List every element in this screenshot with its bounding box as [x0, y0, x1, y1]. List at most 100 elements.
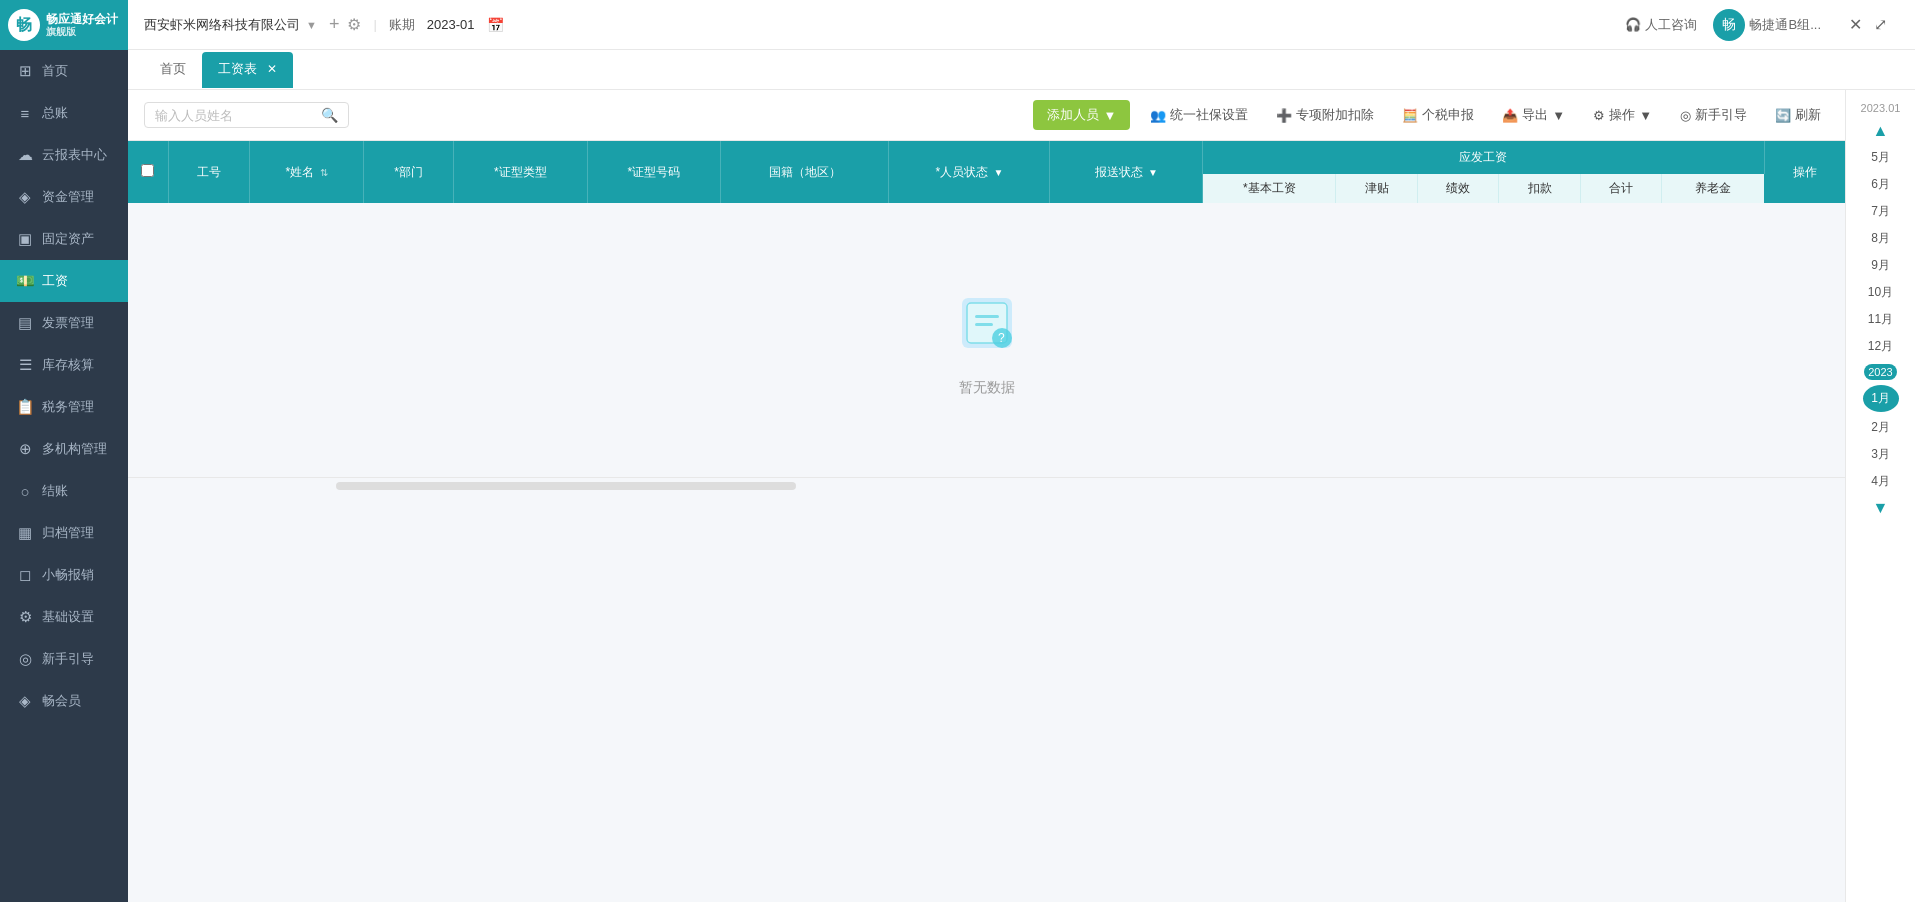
month-item-9[interactable]: 9月	[1846, 252, 1915, 279]
month-scroll-down[interactable]: ▼	[1869, 495, 1893, 521]
add-company-icon[interactable]: +	[329, 14, 340, 35]
content-wrapper: 🔍 添加人员 ▼ 👥 统一社保设置 ➕ 专项附加扣除 🧮 个税申报	[128, 90, 1915, 902]
tab-salary-table[interactable]: 工资表 ✕	[202, 52, 293, 88]
sidebar-item-tax[interactable]: 📋 税务管理	[0, 386, 128, 428]
tab-home[interactable]: 首页	[144, 52, 202, 88]
sidebar-item-multi[interactable]: ⊕ 多机构管理	[0, 428, 128, 470]
month-scroll-up[interactable]: ▲	[1869, 118, 1893, 144]
month-item-3[interactable]: 3月	[1846, 441, 1915, 468]
deduction-icon: ➕	[1276, 108, 1292, 123]
home-icon: ⊞	[16, 62, 34, 80]
month-panel: 2023.01 ▲ 5月 6月 7月 8月 9月 10月 11月	[1845, 90, 1915, 902]
col-pension: 养老金	[1662, 174, 1764, 203]
closing-icon: ○	[16, 483, 34, 500]
support-icon: 🎧	[1625, 17, 1641, 32]
scrollbar-thumb[interactable]	[336, 482, 796, 490]
multi-icon: ⊕	[16, 440, 34, 458]
toolbar: 🔍 添加人员 ▼ 👥 统一社保设置 ➕ 专项附加扣除 🧮 个税申报	[128, 90, 1845, 141]
col-total: 合计	[1580, 174, 1662, 203]
horizontal-scrollbar[interactable]	[128, 477, 1845, 493]
deduction-btn[interactable]: ➕ 专项附加扣除	[1268, 102, 1382, 128]
sidebar-item-expense[interactable]: ◻ 小畅报销	[0, 554, 128, 596]
svg-rect-2	[975, 315, 999, 318]
funds-icon: ◈	[16, 188, 34, 206]
window-controls: ✕ ⤢	[1837, 9, 1899, 40]
sidebar-item-ledger[interactable]: ≡ 总账	[0, 92, 128, 134]
month-item-5[interactable]: 5月	[1846, 144, 1915, 171]
status-filter-icon[interactable]: ▼	[993, 167, 1003, 178]
social-icon: 👥	[1150, 108, 1166, 123]
user-avatar: 畅	[1713, 9, 1745, 41]
col-name: *姓名 ⇅	[250, 141, 364, 203]
svg-text:?: ?	[998, 331, 1005, 345]
sidebar-item-closing[interactable]: ○ 结账	[0, 470, 128, 512]
export-icon: 📤	[1502, 108, 1518, 123]
tab-bar: 首页 工资表 ✕	[128, 50, 1915, 90]
sidebar-item-assets[interactable]: ▣ 固定资产	[0, 218, 128, 260]
sidebar-item-guide[interactable]: ◎ 新手引导	[0, 638, 128, 680]
sidebar-item-member[interactable]: ◈ 畅会员	[0, 680, 128, 722]
tax-icon2: 🧮	[1402, 108, 1418, 123]
close-tab-salary[interactable]: ✕	[267, 62, 277, 76]
sidebar-item-inventory[interactable]: ☰ 库存核算	[0, 344, 128, 386]
empty-row: ? 暂无数据	[128, 203, 1845, 477]
col-status: *人员状态 ▼	[889, 141, 1050, 203]
month-item-7[interactable]: 7月	[1846, 198, 1915, 225]
ledger-icon: ≡	[16, 105, 34, 122]
add-employee-button[interactable]: 添加人员 ▼	[1033, 100, 1130, 130]
support-btn[interactable]: 🎧 人工咨询	[1625, 16, 1697, 34]
search-input[interactable]	[155, 108, 315, 123]
report-filter-icon[interactable]: ▼	[1148, 167, 1158, 178]
table-body: ? 暂无数据	[128, 203, 1845, 477]
sidebar-item-invoice[interactable]: ▤ 发票管理	[0, 302, 128, 344]
calendar-icon[interactable]: 📅	[487, 17, 504, 33]
col-allowance: 津贴	[1336, 174, 1418, 203]
sidebar-item-salary[interactable]: 💵 工资	[0, 260, 128, 302]
sidebar-item-settings[interactable]: ⚙ 基础设置	[0, 596, 128, 638]
main-area: 西安虾米网络科技有限公司 ▼ + ⚙ | 账期 2023-01 📅 🎧 人工咨询…	[128, 0, 1915, 902]
operations-btn[interactable]: ⚙ 操作 ▼	[1585, 102, 1660, 128]
select-all-checkbox[interactable]	[141, 164, 154, 177]
ops-dropdown-icon: ▼	[1639, 108, 1652, 123]
col-report-status: 报送状态 ▼	[1050, 141, 1203, 203]
sidebar-item-home[interactable]: ⊞ 首页	[0, 50, 128, 92]
invoice-icon: ▤	[16, 314, 34, 332]
month-item-11[interactable]: 11月	[1846, 306, 1915, 333]
search-box: 🔍	[144, 102, 349, 128]
topbar-actions: + ⚙	[329, 14, 362, 35]
month-item-12[interactable]: 12月	[1846, 333, 1915, 360]
guide-star-icon: ◎	[1680, 108, 1691, 123]
company-selector[interactable]: 西安虾米网络科技有限公司 ▼	[144, 16, 317, 34]
month-item-10[interactable]: 10月	[1846, 279, 1915, 306]
month-item-1-active[interactable]: 1月	[1863, 385, 1899, 412]
name-sort-icon[interactable]: ⇅	[320, 167, 328, 178]
export-dropdown-icon: ▼	[1552, 108, 1565, 123]
maximize-window-btn[interactable]: ⤢	[1870, 13, 1891, 36]
newbie-guide-btn[interactable]: ◎ 新手引导	[1672, 102, 1755, 128]
month-item-4[interactable]: 4月	[1846, 468, 1915, 495]
company-name: 西安虾米网络科技有限公司	[144, 16, 300, 34]
period-value: 2023-01	[427, 17, 475, 32]
social-settings-btn[interactable]: 👥 统一社保设置	[1142, 102, 1256, 128]
user-menu[interactable]: 畅 畅捷通B组...	[1713, 9, 1821, 41]
close-window-btn[interactable]: ✕	[1845, 13, 1866, 36]
sidebar-item-cloud[interactable]: ☁ 云报表中心	[0, 134, 128, 176]
month-item-8[interactable]: 8月	[1846, 225, 1915, 252]
col-cert-no: *证型号码	[587, 141, 720, 203]
salary-table: 工号 *姓名 ⇅ *部门 *证型类型 *证型号码 国籍（地区） *人员状态	[128, 141, 1845, 477]
month-item-6[interactable]: 6月	[1846, 171, 1915, 198]
sidebar-item-funds[interactable]: ◈ 资金管理	[0, 176, 128, 218]
export-btn[interactable]: 📤 导出 ▼	[1494, 102, 1573, 128]
tax-report-btn[interactable]: 🧮 个税申报	[1394, 102, 1482, 128]
inventory-icon: ☰	[16, 356, 34, 374]
member-icon: ◈	[16, 692, 34, 710]
refresh-btn[interactable]: 🔄 刷新	[1767, 102, 1829, 128]
empty-illustration: ?	[947, 283, 1027, 363]
select-all-header	[128, 141, 168, 203]
expense-icon: ◻	[16, 566, 34, 584]
month-item-2[interactable]: 2月	[1846, 414, 1915, 441]
tax-icon: 📋	[16, 398, 34, 416]
col-deduction: 扣款	[1499, 174, 1581, 203]
sidebar-item-archive[interactable]: ▦ 归档管理	[0, 512, 128, 554]
settings-gear-icon[interactable]: ⚙	[347, 15, 361, 34]
